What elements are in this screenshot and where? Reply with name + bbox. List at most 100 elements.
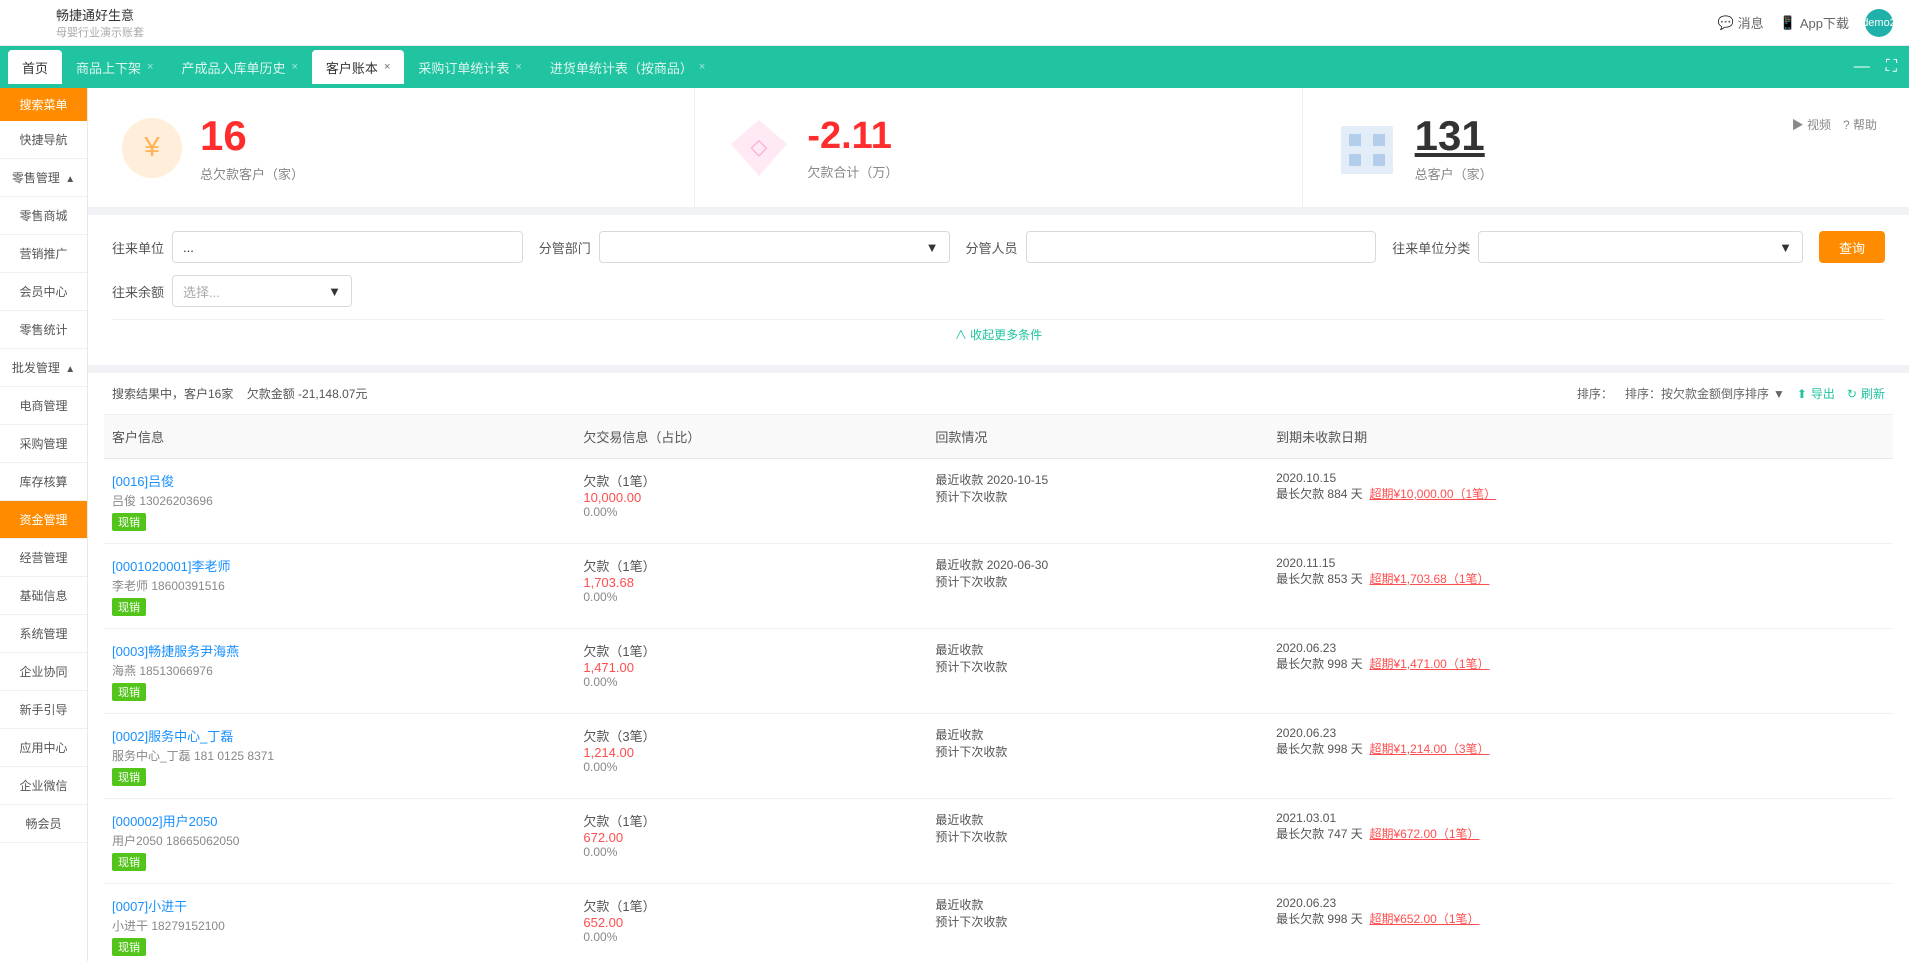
sidebar-item-quicknav[interactable]: 快捷导航 (0, 121, 87, 159)
sort-button[interactable]: 排序：按欠款金额倒序排序 ▼ (1625, 385, 1785, 402)
chevron-down-icon: ▼ (328, 284, 341, 299)
close-icon[interactable]: × (384, 61, 390, 73)
tab-customer-account[interactable]: 客户账本 × (312, 50, 404, 84)
customer-id-link[interactable]: [0007]小进干 (112, 896, 567, 915)
query-button[interactable]: 查询 (1819, 231, 1885, 263)
stat-debt-customers: ¥ 16 总欠款客户（家） (88, 88, 695, 207)
overdue-link[interactable]: 超期¥10,000.00（1笔） (1369, 487, 1496, 501)
main-wrap: 搜索菜单 快捷导航 零售管理 ▲ 零售商城 营销推广 会员中心 零售统计 批发管… (0, 88, 1909, 961)
tab-home[interactable]: 首页 (8, 50, 62, 84)
export-button[interactable]: ⬆ 导出 (1797, 385, 1835, 402)
customer-table: 客户信息 欠交易信息（占比） 回款情况 到期未收款日期 [0016]吕俊 吕俊 … (104, 415, 1893, 961)
max-overdue-days: 最长欠款 747 天 超期¥672.00（1笔） (1276, 825, 1885, 842)
app-download-btn[interactable]: 📱 App下载 (1780, 13, 1849, 32)
chevron-down-icon: ▼ (1773, 387, 1785, 401)
last-collect: 最近收款 2020-06-30 (935, 556, 1260, 573)
cell-overdue-date: 2020.06.23 最长欠款 998 天 超期¥1,214.00（3笔） (1268, 714, 1893, 799)
overdue-link[interactable]: 超期¥1,703.68（1笔） (1369, 572, 1489, 586)
overdue-link[interactable]: 超期¥1,214.00（3笔） (1369, 742, 1489, 756)
tab-bar: 首页 商品上下架 × 产成品入库单历史 × 客户账本 × 采购订单统计表 × 进… (0, 46, 1909, 88)
help-btn[interactable]: ? 帮助 (1843, 116, 1877, 133)
max-overdue-days: 最长欠款 998 天 超期¥1,214.00（3笔） (1276, 740, 1885, 757)
sidebar-item-member2[interactable]: 畅会员 (0, 805, 87, 843)
debt-count: 欠款（3笔） (583, 726, 919, 745)
diamond-icon: ◇ (727, 116, 791, 180)
message-btn[interactable]: 💬 消息 (1717, 13, 1763, 32)
refresh-button[interactable]: ↻ 刷新 (1847, 385, 1885, 402)
close-icon[interactable]: × (147, 61, 153, 73)
tab-product-shelf[interactable]: 商品上下架 × (62, 50, 167, 84)
svg-text:◇: ◇ (751, 134, 768, 159)
manager-select[interactable] (1026, 231, 1377, 263)
overdue-link[interactable]: 超期¥672.00（1笔） (1369, 827, 1479, 841)
stat-debt-amount: ◇ -2.11 欠款合计（万） (695, 88, 1302, 207)
sidebar-item-inventory[interactable]: 库存核算 (0, 463, 87, 501)
sidebar-item-system[interactable]: 系统管理 (0, 615, 87, 653)
customer-id-link[interactable]: [0001020001]李老师 (112, 556, 567, 575)
overdue-link[interactable]: 超期¥1,471.00（1笔） (1369, 657, 1489, 671)
avatar[interactable]: demo2 (1865, 9, 1893, 37)
filter-unit-category: 往来单位分类 ▼ (1392, 231, 1803, 263)
max-overdue-days: 最长欠款 853 天 超期¥1,703.68（1笔） (1276, 570, 1885, 587)
sidebar-item-app-center[interactable]: 应用中心 (0, 729, 87, 767)
sidebar-item-marketing[interactable]: 营销推广 (0, 235, 87, 273)
sidebar-item-operations[interactable]: 经营管理 (0, 539, 87, 577)
balance-select[interactable]: 选择... ▼ (172, 275, 352, 307)
unit-category-label: 往来单位分类 (1392, 238, 1470, 257)
sidebar-item-corp-wechat[interactable]: 企业微信 (0, 767, 87, 805)
cell-debt-info: 欠款（1笔） 1,471.00 0.00% (575, 629, 927, 714)
sidebar-item-retail-mall[interactable]: 零售商城 (0, 197, 87, 235)
stats-row: ¥ 16 总欠款客户（家） ◇ -2.11 欠款合计（ (88, 88, 1909, 207)
total-customers-label: 总客户（家） (1415, 164, 1776, 183)
dept-select[interactable]: ▼ (599, 231, 950, 263)
sidebar-item-purchase[interactable]: 采购管理 (0, 425, 87, 463)
due-date: 2020.06.23 (1276, 896, 1885, 910)
sidebar-search[interactable]: 搜索菜单 (0, 88, 87, 121)
total-customers-value: 131 (1415, 112, 1776, 160)
unit-category-select[interactable]: ▼ (1478, 231, 1803, 263)
cell-collection: 最近收款 2020-10-15 预计下次收款 (927, 459, 1268, 544)
last-collect: 最近收款 2020-10-15 (935, 471, 1260, 488)
search-summary: 搜索结果中，客户16家 欠款金额 -21,148.07元 (112, 385, 367, 402)
cell-overdue-date: 2020.11.15 最长欠款 853 天 超期¥1,703.68（1笔） (1268, 544, 1893, 629)
last-collect: 最近收款 (935, 641, 1260, 658)
collapse-btn[interactable]: ∧ 收起更多条件 (112, 319, 1885, 349)
sidebar-item-finance[interactable]: 资金管理 (0, 501, 87, 539)
sidebar-item-wholesale[interactable]: 批发管理 ▲ (0, 349, 87, 387)
tab-purchase-stats[interactable]: 采购订单统计表 × (404, 50, 535, 84)
filter-row-2: 往来余额 选择... ▼ (112, 275, 1885, 307)
sidebar-item-newbie[interactable]: 新手引导 (0, 691, 87, 729)
close-icon[interactable]: × (515, 61, 521, 73)
video-btn[interactable]: ▶ 视频 (1792, 116, 1831, 133)
sidebar-item-ecommerce[interactable]: 电商管理 (0, 387, 87, 425)
close-icon[interactable]: × (699, 61, 705, 73)
help-icon: ? (1843, 118, 1853, 132)
col-collection: 回款情况 (927, 415, 1268, 459)
tab-goods-stats[interactable]: 进货单统计表（按商品） × (536, 50, 719, 84)
customer-id-link[interactable]: [0002]服务中心_丁磊 (112, 726, 567, 745)
sidebar-item-collab[interactable]: 企业协同 (0, 653, 87, 691)
close-icon[interactable]: × (291, 61, 297, 73)
customer-id-link[interactable]: [000002]用户2050 (112, 811, 567, 830)
cell-debt-info: 欠款（1笔） 10,000.00 0.00% (575, 459, 927, 544)
next-collect: 预计下次收款 (935, 658, 1260, 675)
from-unit-select[interactable]: ... (172, 231, 523, 263)
manager-label: 分管人员 (966, 238, 1018, 257)
overdue-link[interactable]: 超期¥652.00（1笔） (1369, 912, 1479, 926)
sidebar-item-basic-info[interactable]: 基础信息 (0, 577, 87, 615)
sidebar-item-member[interactable]: 会员中心 (0, 273, 87, 311)
cell-debt-info: 欠款（1笔） 652.00 0.00% (575, 884, 927, 961)
customer-id-link[interactable]: [0016]吕俊 (112, 471, 567, 490)
sidebar-item-retail-stats[interactable]: 零售统计 (0, 311, 87, 349)
maximize-btn[interactable]: ⛶ (1882, 54, 1901, 80)
customer-id-link[interactable]: [0003]畅捷服务尹海燕 (112, 641, 567, 660)
filter-from-unit: 往来单位 ... (112, 231, 523, 263)
minimize-btn[interactable]: — (1850, 54, 1874, 80)
cell-customer-info: [0016]吕俊 吕俊 13026203696 现销 (104, 459, 575, 544)
total-debt-customers-value: 16 (200, 112, 304, 160)
customer-badge: 现销 (112, 513, 146, 531)
sidebar-item-retail-mgmt[interactable]: 零售管理 ▲ (0, 159, 87, 197)
tab-product-history[interactable]: 产成品入库单历史 × (167, 50, 311, 84)
debt-amount: 1,703.68 (583, 575, 919, 590)
top-bar: 好 畅捷通好生意 母婴行业演示账套 💬 消息 📱 App下载 demo2 (0, 0, 1909, 46)
